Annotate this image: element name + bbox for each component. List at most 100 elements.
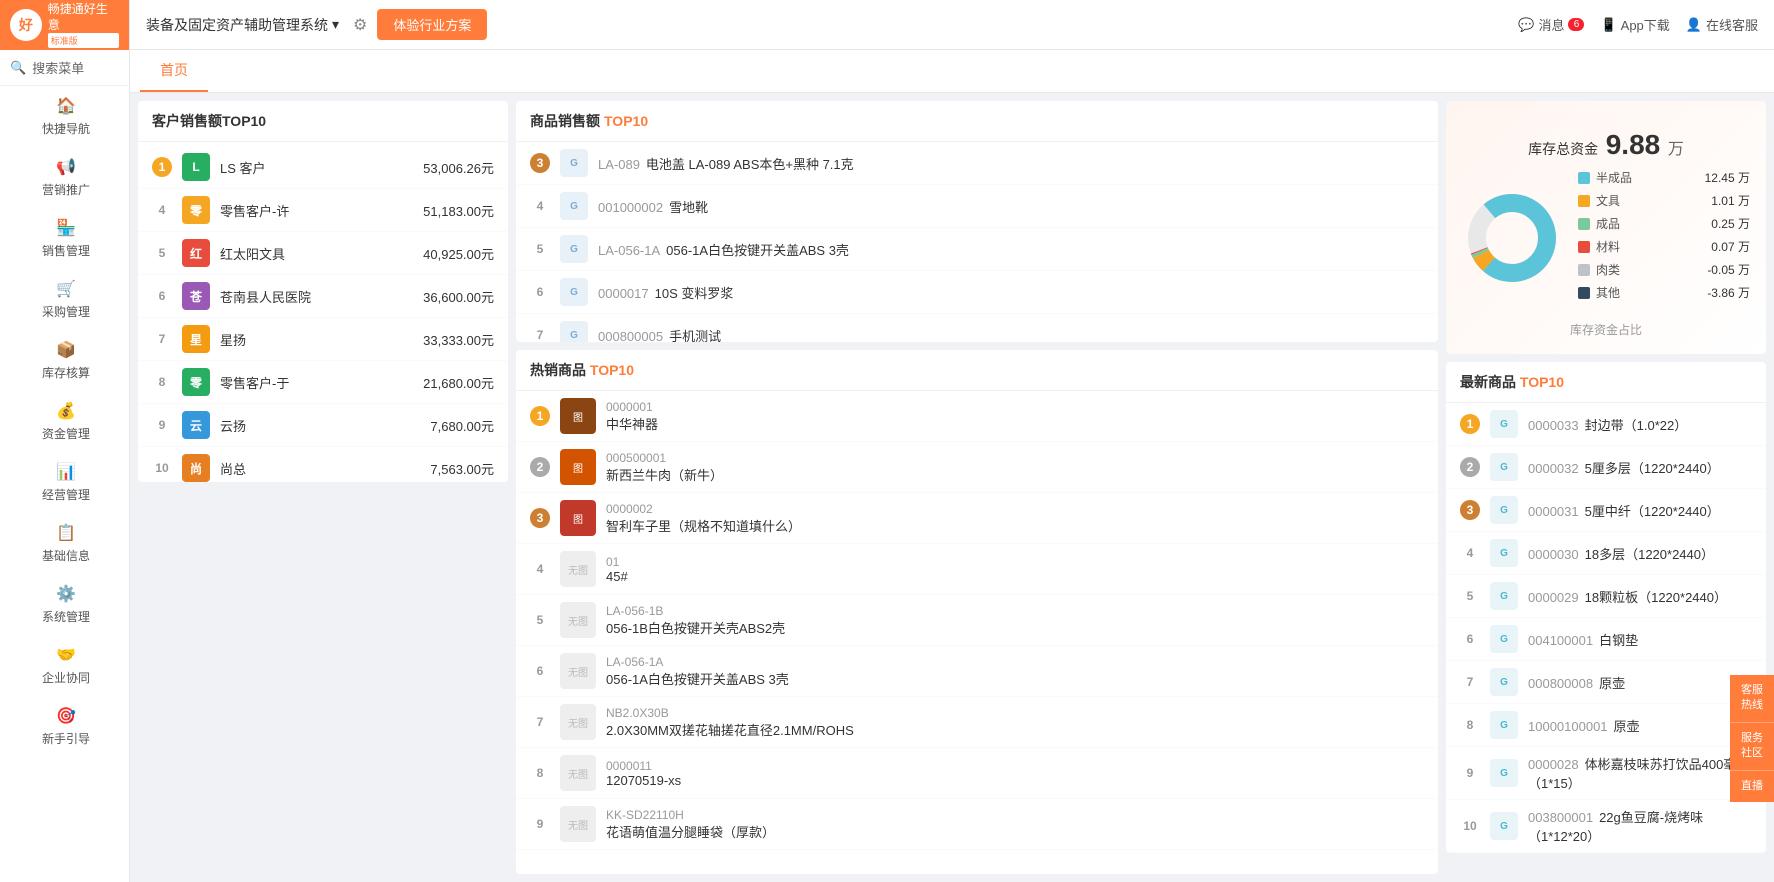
hot-product-item[interactable]: 4 无图 01 45#: [516, 544, 1438, 595]
sales-icon: 🏪: [56, 218, 76, 238]
new-product-item[interactable]: 7 G 000800008原壶: [1446, 661, 1766, 704]
hot-product-code: KK-SD22110H: [606, 808, 1424, 822]
customer-avatar: 尚: [182, 454, 210, 482]
experience-btn[interactable]: 体验行业方案: [377, 9, 487, 40]
legend-item: 成品 0.25 万: [1578, 215, 1750, 232]
customer-rank-item[interactable]: 6 苍 苍南县人民医院 36,600.00元: [138, 275, 508, 318]
new-product-item[interactable]: 6 G 004100001白钢垫: [1446, 618, 1766, 661]
hot-product-item[interactable]: 8 无图 0000011 12070519-xs: [516, 748, 1438, 799]
sidebar-item-marketing[interactable]: 📢 营销推广: [0, 147, 129, 208]
customer-name: 苍南县人民医院: [220, 287, 413, 306]
float-customer-service[interactable]: 客服热线: [1730, 675, 1774, 723]
product-info: 001000002雪地靴: [598, 197, 1424, 216]
customer-rank-item[interactable]: 5 红 红太阳文具 40,925.00元: [138, 232, 508, 275]
float-live[interactable]: 直播: [1730, 771, 1774, 802]
sidebar-search[interactable]: 🔍 搜索菜单: [0, 50, 129, 86]
hot-product-item[interactable]: 5 无图 LA-056-1B 056-1B白色按键开关壳ABS2壳: [516, 595, 1438, 646]
customer-value: 53,006.26元: [423, 158, 494, 177]
hot-product-name: 智利车子里（规格不知道填什么）: [606, 516, 1424, 535]
hot-rank-number: 3: [530, 508, 550, 528]
customer-name: 尚总: [220, 459, 420, 478]
tab-home[interactable]: 首页: [140, 50, 208, 92]
customer-value: 51,183.00元: [423, 201, 494, 220]
sidebar-item-quick-nav[interactable]: 🏠 快捷导航: [0, 86, 129, 147]
hot-product-item[interactable]: 7 无图 NB2.0X30B 2.0X30MM双搓花轴搓花直径2.1MM/ROH…: [516, 697, 1438, 748]
new-products-header: 最新商品 TOP10: [1446, 362, 1766, 403]
guide-icon: 🎯: [56, 706, 76, 726]
hot-product-info: 01 45#: [606, 555, 1424, 584]
float-service: 客服热线 服务社区 直播: [1730, 675, 1774, 802]
sidebar-item-operations-label: 经营管理: [42, 486, 90, 503]
new-product-item[interactable]: 1 G 0000033封边带（1.0*22）: [1446, 403, 1766, 446]
product-sales-item[interactable]: 3 G LA-089电池盖 LA-089 ABS本色+黑种 7.1克: [516, 142, 1438, 185]
hot-product-info: 0000011 12070519-xs: [606, 759, 1424, 788]
hot-product-image: 图: [560, 398, 596, 434]
new-product-image: G: [1490, 812, 1518, 840]
message-btn[interactable]: 💬 消息 6: [1518, 15, 1584, 34]
product-sales-item[interactable]: 6 G 000001710S 变料罗浆: [516, 271, 1438, 314]
legend-label: 肉类: [1596, 261, 1701, 278]
new-product-image: G: [1490, 496, 1518, 524]
product-rank-number: 4: [530, 196, 550, 216]
float-service-community[interactable]: 服务社区: [1730, 723, 1774, 771]
hot-product-item[interactable]: 3 图 0000002 智利车子里（规格不知道填什么）: [516, 493, 1438, 544]
sidebar-item-finance[interactable]: 💰 资金管理: [0, 391, 129, 452]
customer-rank-item[interactable]: 9 云 云扬 7,680.00元: [138, 404, 508, 447]
hot-product-item[interactable]: 6 无图 LA-056-1A 056-1A白色按键开关盖ABS 3壳: [516, 646, 1438, 697]
settings-gear-icon[interactable]: ⚙: [353, 15, 367, 35]
new-product-item[interactable]: 4 G 000003018多层（1220*2440）: [1446, 532, 1766, 575]
hot-product-item[interactable]: 1 图 0000001 中华神器: [516, 391, 1438, 442]
rank-number: 9: [152, 415, 172, 435]
hot-product-item[interactable]: 9 无图 KK-SD22110H 花语萌值温分腿睡袋（厚款）: [516, 799, 1438, 850]
customer-rank-item[interactable]: 7 星 星扬 33,333.00元: [138, 318, 508, 361]
app-download-btn[interactable]: 📱 App下载: [1600, 15, 1669, 34]
sidebar-item-operations[interactable]: 📊 经营管理: [0, 452, 129, 513]
rank-number: 5: [152, 243, 172, 263]
hot-rank-number: 6: [530, 661, 550, 681]
sidebar-item-guide[interactable]: 🎯 新手引导: [0, 696, 129, 757]
online-service-btn[interactable]: 👤 在线客服: [1686, 15, 1758, 34]
main-area: 装备及固定资产辅助管理系统 ▾ ⚙ 体验行业方案 💬 消息 6 📱 App下载 …: [130, 0, 1774, 882]
sidebar-item-sales-label: 销售管理: [42, 242, 90, 259]
new-product-rank: 6: [1460, 629, 1480, 649]
new-product-rank: 5: [1460, 586, 1480, 606]
new-product-item[interactable]: 5 G 000002918颗粒板（1220*2440）: [1446, 575, 1766, 618]
sidebar-item-sales[interactable]: 🏪 销售管理: [0, 208, 129, 269]
new-product-rank: 7: [1460, 672, 1480, 692]
new-product-item[interactable]: 2 G 00000325厘多层（1220*2440）: [1446, 446, 1766, 489]
product-sales-item[interactable]: 7 G 000800005手机测试: [516, 314, 1438, 342]
service-icon: 👤: [1686, 17, 1702, 33]
customer-avatar: 零: [182, 196, 210, 224]
hot-product-image: 无图: [560, 551, 596, 587]
sidebar-item-basic[interactable]: 📋 基础信息: [0, 513, 129, 574]
new-products-list: 1 G 0000033封边带（1.0*22） 2 G 00000325厘多层（1…: [1446, 403, 1766, 853]
legend-item: 肉类 -0.05 万: [1578, 261, 1750, 278]
sidebar-item-system[interactable]: ⚙️ 系统管理: [0, 574, 129, 635]
legend-color-swatch: [1578, 241, 1590, 253]
sidebar-item-enterprise[interactable]: 🤝 企业协同: [0, 635, 129, 696]
new-product-item[interactable]: 3 G 00000315厘中纤（1220*2440）: [1446, 489, 1766, 532]
system-selector[interactable]: 装备及固定资产辅助管理系统 ▾: [146, 15, 339, 35]
customer-rank-item[interactable]: 10 尚 尚总 7,563.00元: [138, 447, 508, 482]
rank-number: 4: [152, 200, 172, 220]
customer-rank-item[interactable]: 8 零 零售客户-于 21,680.00元: [138, 361, 508, 404]
sidebar-item-inventory[interactable]: 📦 库存核算: [0, 330, 129, 391]
rank-number: 7: [152, 329, 172, 349]
customer-avatar: 星: [182, 325, 210, 353]
mobile-icon: 📱: [1600, 17, 1616, 33]
inventory-icon: 📦: [56, 340, 76, 360]
new-product-item[interactable]: 8 G 10000100001原壶: [1446, 704, 1766, 747]
hot-product-item[interactable]: 2 图 000500001 新西兰牛肉（新牛）: [516, 442, 1438, 493]
hot-product-name: 2.0X30MM双搓花轴搓花直径2.1MM/ROHS: [606, 720, 1424, 739]
product-sales-title: 商品销售额TOP10: [530, 111, 648, 131]
hot-product-name: 中华神器: [606, 414, 1424, 433]
customer-rank-item[interactable]: 1 L LS 客户 53,006.26元: [138, 146, 508, 189]
sidebar-item-purchase[interactable]: 🛒 采购管理: [0, 269, 129, 330]
hot-product-info: LA-056-1A 056-1A白色按键开关盖ABS 3壳: [606, 655, 1424, 688]
legend-item: 材料 0.07 万: [1578, 238, 1750, 255]
product-sales-item[interactable]: 5 G LA-056-1A056-1A白色按键开关盖ABS 3壳: [516, 228, 1438, 271]
new-product-item[interactable]: 9 G 0000028体彬嘉枝味苏打饮品400毫升（1*15）: [1446, 747, 1766, 800]
product-sales-item[interactable]: 4 G 001000002雪地靴: [516, 185, 1438, 228]
customer-rank-item[interactable]: 4 零 零售客户-许 51,183.00元: [138, 189, 508, 232]
new-product-item[interactable]: 10 G 00380000122g鱼豆腐-烧烤味（1*12*20）: [1446, 800, 1766, 853]
